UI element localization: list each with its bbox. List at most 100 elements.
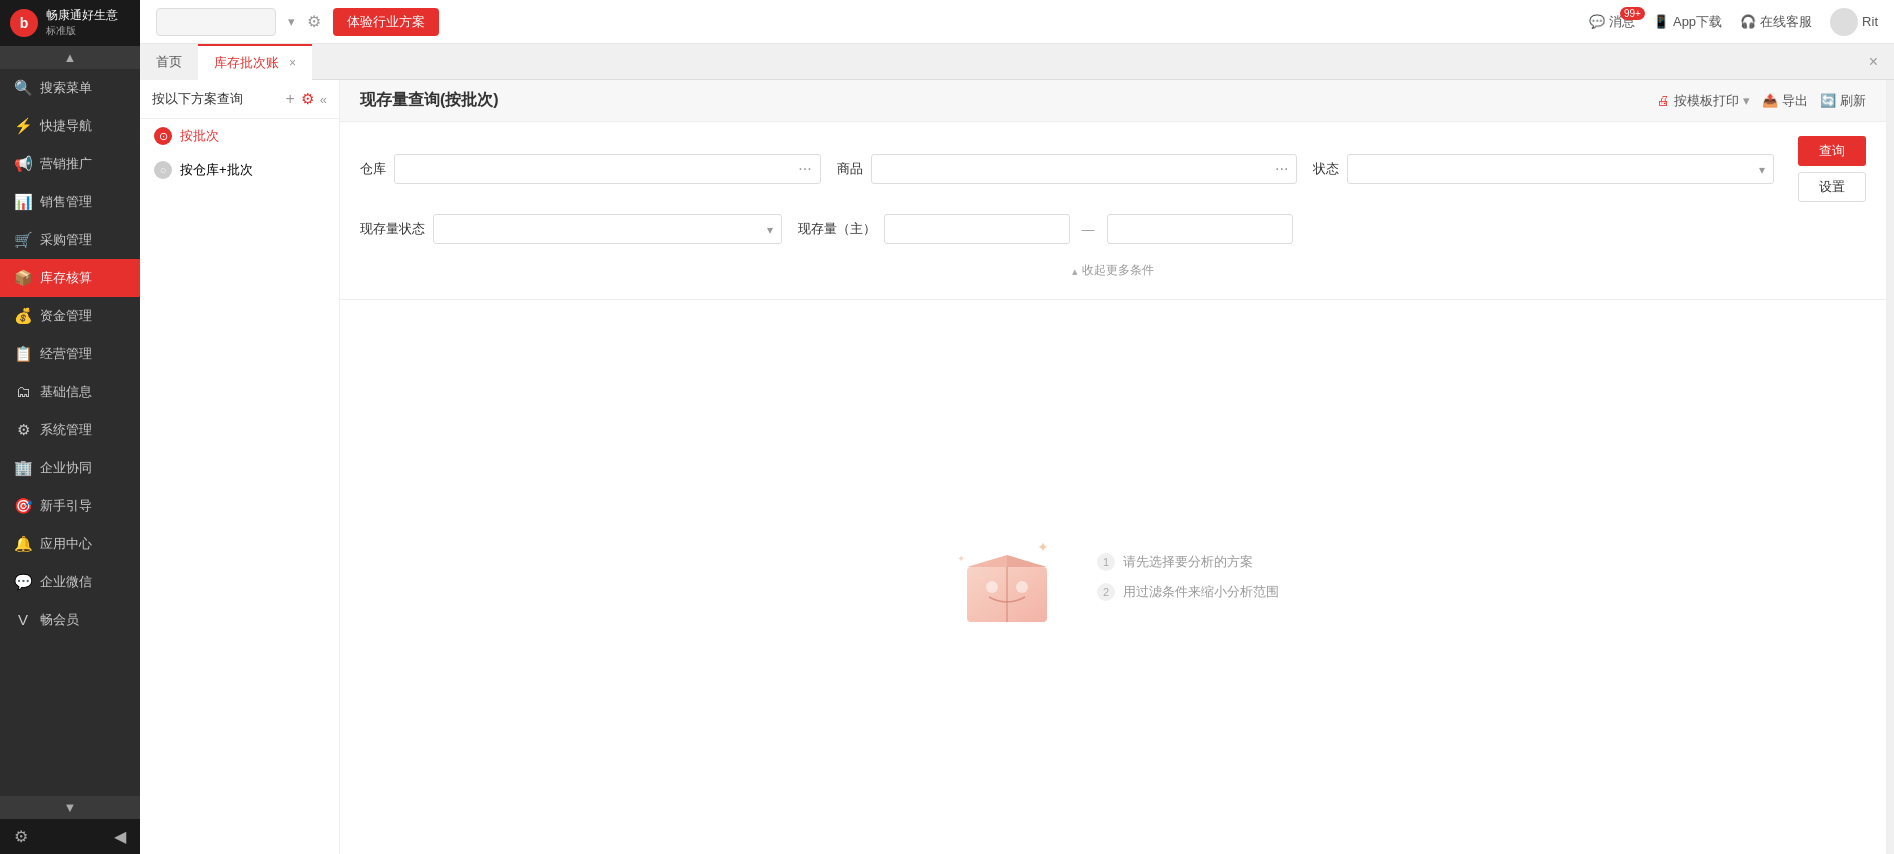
tab-home-label: 首页 [156,53,182,71]
online-service-button[interactable]: 🎧 在线客服 [1740,13,1812,31]
svg-text:✦: ✦ [957,553,965,564]
app-download-label: App下载 [1673,13,1722,31]
print-dropdown-icon[interactable]: ▾ [1743,93,1750,108]
nav-icon-member: V [14,611,32,629]
refresh-button[interactable]: 🔄 刷新 [1820,92,1866,110]
topbar-dropdown-arrow[interactable]: ▾ [288,14,295,29]
tab-close-main-icon[interactable]: × [1853,53,1894,71]
stock-status-dropdown-icon [767,222,773,237]
sidebar-scroll-down[interactable]: ▼ [0,796,140,819]
tip-1-text: 请先选择要分析的方案 [1123,553,1253,571]
left-panel-title: 按以下方案查询 [152,90,243,108]
export-button[interactable]: 📤 导出 [1762,92,1808,110]
collapse-label: 收起更多条件 [1082,262,1154,279]
app-version: 标准版 [46,24,118,38]
nav-label-sales: 销售管理 [40,193,92,211]
message-button[interactable]: 💬 消息 99+ [1589,13,1635,31]
tab-inventory-batch[interactable]: 库存批次账 × [198,44,312,80]
scheme-item-by-batch[interactable]: ⊙ 按批次 [140,119,339,153]
print-icon: 🖨 [1657,93,1670,108]
stock-qty-from[interactable] [884,214,1070,244]
nav-label-inventory: 库存核算 [40,269,92,287]
empty-illustration: ✦ ✦ [947,517,1067,637]
sidebar-item-finance[interactable]: 💰 资金管理 [0,297,140,335]
query-button[interactable]: 查询 [1798,136,1866,166]
footer-settings-icon[interactable]: ⚙ [14,827,28,846]
nav-icon-appstore: 🔔 [14,535,32,553]
sidebar-item-purchase[interactable]: 🛒 采购管理 [0,221,140,259]
filter-row-2: 现存量状态 现存量（主） — [360,214,1866,244]
status-label: 状态 [1313,160,1339,178]
filter-actions: 查询 设置 [1798,136,1866,202]
app-logo: b [10,9,38,37]
topbar-settings-icon[interactable]: ⚙ [307,12,321,31]
app-download-button[interactable]: 📱 App下载 [1653,13,1722,31]
scheme-label-by-warehouse-batch: 按仓库+批次 [180,161,253,179]
scheme-icon-by-warehouse-batch: ○ [154,161,172,179]
sidebar: b 畅康通好生意 标准版 ▲ 🔍 搜索菜单 ⚡ 快捷导航 📢 营销推广 📊 销售… [0,0,140,854]
sidebar-item-operations[interactable]: 📋 经营管理 [0,335,140,373]
sidebar-item-inventory[interactable]: 📦 库存核算 [0,259,140,297]
status-filter: 状态 [1313,154,1774,184]
sidebar-item-basic[interactable]: 🗂 基础信息 [0,373,140,411]
stock-status-select[interactable] [433,214,782,244]
filter-row-1: 仓库 ··· 商品 ··· 状态 [360,136,1866,202]
print-label: 按模板打印 [1674,92,1739,110]
nav-icon-purchase: 🛒 [14,231,32,249]
filter-area: 仓库 ··· 商品 ··· 状态 [340,122,1886,300]
scheme-settings-icon[interactable]: ⚙ [301,90,314,108]
nav-icon-basic: 🗂 [14,383,32,401]
left-panel-collapse-icon[interactable]: « [320,92,327,107]
collapse-up-icon [1072,264,1078,278]
nav-icon-operations: 📋 [14,345,32,363]
sidebar-item-search[interactable]: 🔍 搜索菜单 [0,69,140,107]
nav-label-operations: 经营管理 [40,345,92,363]
refresh-icon: 🔄 [1820,93,1836,108]
empty-tips: 1 请先选择要分析的方案 2 用过滤条件来缩小分析范围 [1097,553,1279,601]
print-button[interactable]: 🖨 按模板打印 ▾ [1657,92,1750,110]
footer-collapse-icon[interactable]: ◀ [114,827,126,846]
online-service-label: 在线客服 [1760,13,1812,31]
nav-icon-inventory: 📦 [14,269,32,287]
tip-num-2: 2 [1097,583,1115,601]
add-scheme-icon[interactable]: + [285,90,294,108]
tab-close-icon[interactable]: × [289,56,296,70]
collapse-button[interactable]: 收起更多条件 [360,256,1866,285]
scheme-item-by-warehouse-batch[interactable]: ○ 按仓库+批次 [140,153,339,187]
sidebar-item-appstore[interactable]: 🔔 应用中心 [0,525,140,563]
svg-point-2 [986,581,998,593]
right-scrollbar[interactable] [1886,80,1894,854]
app-download-icon: 📱 [1653,14,1669,29]
tip-2-text: 用过滤条件来缩小分析范围 [1123,583,1279,601]
sidebar-item-system[interactable]: ⚙ 系统管理 [0,411,140,449]
sidebar-item-member[interactable]: V 畅会员 [0,601,140,639]
nav-label-search: 搜索菜单 [40,79,92,97]
tab-home[interactable]: 首页 [140,44,198,80]
sidebar-item-sales[interactable]: 📊 销售管理 [0,183,140,221]
sidebar-scroll-up[interactable]: ▲ [0,46,140,69]
sidebar-item-newbie[interactable]: 🎯 新手引导 [0,487,140,525]
status-select[interactable] [1347,154,1774,184]
stock-qty-to[interactable] [1107,214,1293,244]
main-area: ▾ ⚙ 体验行业方案 💬 消息 99+ 📱 App下载 🎧 在线客服 Rit [140,0,1894,854]
product-label: 商品 [837,160,863,178]
stock-qty-label: 现存量（主） [798,220,876,238]
nav-label-system: 系统管理 [40,421,92,439]
right-content: 现存量查询(按批次) 🖨 按模板打印 ▾ 📤 导出 🔄 刷新 [340,80,1886,854]
warehouse-input[interactable]: ··· [394,154,821,184]
sidebar-item-quick-nav[interactable]: ⚡ 快捷导航 [0,107,140,145]
user-profile[interactable]: Rit [1830,8,1878,36]
empty-tip-2: 2 用过滤条件来缩小分析范围 [1097,583,1279,601]
nav-label-basic: 基础信息 [40,383,92,401]
trial-button[interactable]: 体验行业方案 [333,8,439,36]
sidebar-item-marketing[interactable]: 📢 营销推广 [0,145,140,183]
svg-point-3 [1016,581,1028,593]
product-input[interactable]: ··· [871,154,1298,184]
nav-icon-sales: 📊 [14,193,32,211]
refresh-label: 刷新 [1840,92,1866,110]
sidebar-item-wechat[interactable]: 💬 企业微信 [0,563,140,601]
online-service-icon: 🎧 [1740,14,1756,29]
sidebar-item-enterprise[interactable]: 🏢 企业协同 [0,449,140,487]
sidebar-footer: ⚙ ◀ [0,819,140,854]
filter-settings-button[interactable]: 设置 [1798,172,1866,202]
